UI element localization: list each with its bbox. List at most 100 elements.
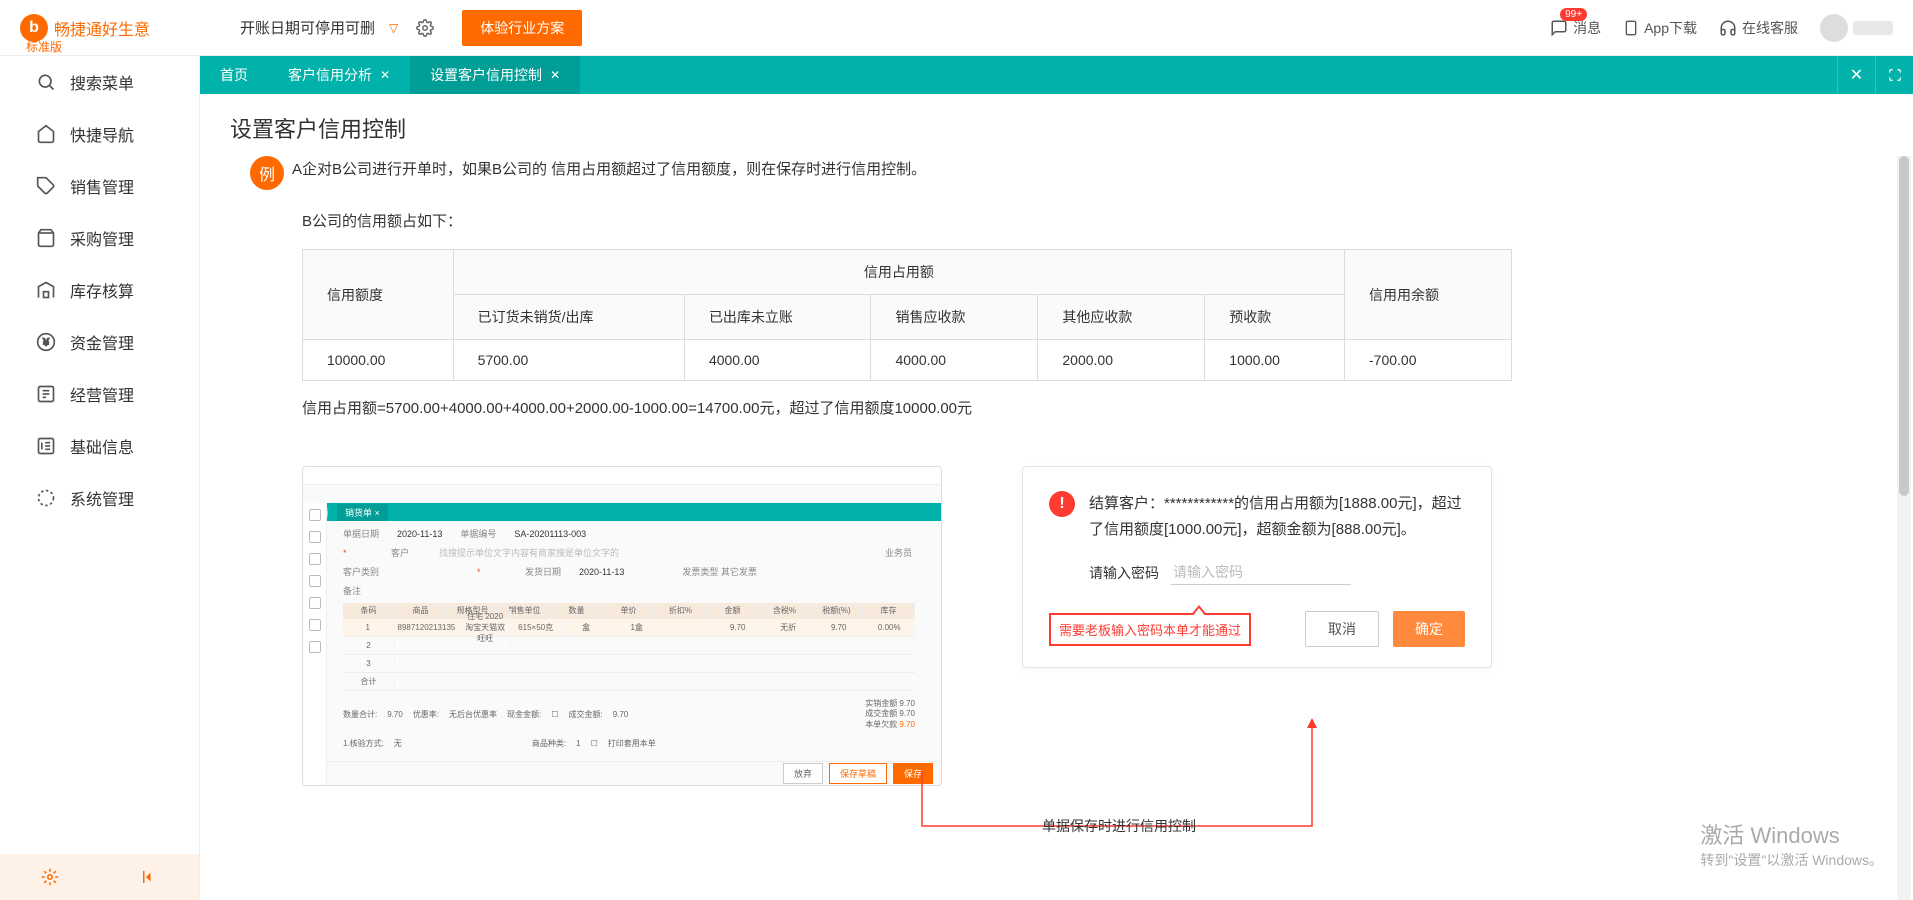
experience-button[interactable]: 体验行业方案 bbox=[462, 10, 582, 46]
sidebar-item-baseinfo[interactable]: 基础信息 bbox=[0, 420, 199, 472]
confirm-button[interactable]: 确定 bbox=[1393, 611, 1465, 647]
tab-credit-analysis[interactable]: 客户信用分析 ✕ bbox=[268, 56, 410, 94]
svg-text:¥: ¥ bbox=[42, 337, 49, 348]
account-dropdown[interactable]: 开账日期可停用可删 ▽ bbox=[240, 15, 438, 41]
sidebar-item-business[interactable]: 经营管理 bbox=[0, 368, 199, 420]
th-limit: 信用额度 bbox=[303, 250, 454, 340]
sidebar: 搜索菜单 快捷导航 销售管理 采购管理 库存核算 ¥ 资金管理 经营管理 基础信息… bbox=[0, 56, 200, 900]
td-used: 2000.00 bbox=[1038, 340, 1205, 381]
th-used: 信用占用额 bbox=[453, 250, 1344, 295]
gear-icon[interactable] bbox=[412, 15, 438, 41]
cancel-button[interactable]: 取消 bbox=[1305, 611, 1379, 647]
annotation-caption: 单据保存时进行信用控制 bbox=[1042, 816, 1196, 836]
dropdown-label: 开账日期可停用可删 bbox=[240, 17, 375, 38]
th-sub: 已出库未立账 bbox=[684, 295, 871, 340]
search-icon bbox=[36, 72, 56, 92]
system-icon bbox=[36, 488, 56, 508]
sidebar-label: 系统管理 bbox=[70, 486, 134, 510]
example-badge: 例 bbox=[250, 156, 284, 190]
tag-icon bbox=[36, 176, 56, 196]
username-placeholder bbox=[1853, 21, 1893, 35]
example-sub: B公司的信用额占如下： bbox=[302, 208, 1845, 235]
scrollbar[interactable] bbox=[1897, 156, 1911, 900]
sidebar-item-inventory[interactable]: 库存核算 bbox=[0, 264, 199, 316]
th-sub: 已订货未销货/出库 bbox=[453, 295, 684, 340]
sidebar-footer bbox=[0, 854, 199, 900]
sidebar-item-search[interactable]: 搜索菜单 bbox=[0, 56, 199, 108]
td-used: 4000.00 bbox=[871, 340, 1038, 381]
headset-icon bbox=[1719, 19, 1737, 37]
content-scroll[interactable]: 例 A企对B公司进行开单时，如果B公司的 信用占用额超过了信用额度，则在保存时进… bbox=[200, 156, 1895, 900]
tab-credit-control[interactable]: 设置客户信用控制 ✕ bbox=[410, 56, 580, 94]
page-title: 设置客户信用控制 bbox=[200, 94, 1913, 162]
avatar bbox=[1820, 14, 1848, 42]
credit-table: 信用额度 信用占用额 信用用余额 已订货未销货/出库 已出库未立账 销售应收款 … bbox=[302, 249, 1512, 381]
password-input[interactable] bbox=[1171, 560, 1351, 585]
td-limit: 10000.00 bbox=[303, 340, 454, 381]
mock-tab: 销货单 × bbox=[337, 504, 388, 521]
online-service-label: 在线客服 bbox=[1742, 18, 1798, 38]
brand-edition: 标准版 bbox=[26, 38, 62, 55]
brand-name: 畅捷通好生意 bbox=[54, 16, 150, 40]
sidebar-label: 搜索菜单 bbox=[70, 70, 134, 94]
app-download-label: App下载 bbox=[1644, 18, 1697, 38]
th-balance: 信用用余额 bbox=[1345, 250, 1512, 340]
example-text: A企对B公司进行开单时，如果B公司的 信用占用额超过了信用额度，则在保存时进行信… bbox=[292, 156, 926, 183]
sidebar-label: 基础信息 bbox=[70, 434, 134, 458]
td-used: 5700.00 bbox=[453, 340, 684, 381]
sidebar-label: 销售管理 bbox=[70, 174, 134, 198]
close-icon[interactable]: ✕ bbox=[380, 68, 390, 82]
mock-discard: 放弃 bbox=[783, 763, 823, 784]
th-sub: 预收款 bbox=[1205, 295, 1345, 340]
tab-label: 客户信用分析 bbox=[288, 65, 372, 85]
mock-screenshot: 首页销货单 × 单据日期2020-11-13单据编号SA-20201113-00… bbox=[302, 466, 942, 786]
close-all-tabs[interactable]: ✕ bbox=[1837, 56, 1875, 94]
header-right: 99+ 消息 App下载 在线客服 bbox=[1550, 14, 1893, 42]
tab-label: 首页 bbox=[220, 65, 248, 85]
info-icon bbox=[36, 436, 56, 456]
calc-text: 信用占用额=5700.00+4000.00+4000.00+2000.00-10… bbox=[302, 397, 1845, 418]
messages-button[interactable]: 99+ 消息 bbox=[1550, 18, 1601, 38]
main-content: 设置客户信用控制 例 A企对B公司进行开单时，如果B公司的 信用占用额超过了信用… bbox=[200, 94, 1913, 900]
scrollbar-thumb[interactable] bbox=[1899, 156, 1909, 496]
td-used: 4000.00 bbox=[684, 340, 871, 381]
warning-icon: ! bbox=[1049, 491, 1075, 517]
th-sub: 销售应收款 bbox=[871, 295, 1038, 340]
sidebar-item-system[interactable]: 系统管理 bbox=[0, 472, 199, 524]
sidebar-label: 库存核算 bbox=[70, 278, 134, 302]
warehouse-icon bbox=[36, 280, 56, 300]
dialog-message: 结算客户：************的信用占用额为[1888.00元]，超过了信用… bbox=[1089, 491, 1465, 542]
money-icon: ¥ bbox=[36, 332, 56, 352]
td-used: 1000.00 bbox=[1205, 340, 1345, 381]
sidebar-label: 采购管理 bbox=[70, 226, 134, 250]
mock-save: 保存 bbox=[893, 763, 933, 784]
messages-badge: 99+ bbox=[1560, 8, 1587, 21]
close-icon[interactable]: ✕ bbox=[550, 68, 560, 82]
tab-home[interactable]: 首页 bbox=[200, 56, 268, 94]
tab-label: 设置客户信用控制 bbox=[430, 65, 542, 85]
message-icon bbox=[1550, 19, 1568, 37]
settings-icon[interactable] bbox=[41, 868, 59, 886]
sidebar-item-quicknav[interactable]: 快捷导航 bbox=[0, 108, 199, 160]
mock-save-draft: 保存草稿 bbox=[829, 763, 887, 784]
mobile-icon bbox=[1623, 20, 1639, 36]
sidebar-label: 快捷导航 bbox=[70, 122, 134, 146]
home-icon bbox=[36, 124, 56, 144]
sidebar-label: 资金管理 bbox=[70, 330, 134, 354]
td-balance: -700.00 bbox=[1345, 340, 1512, 381]
sidebar-label: 经营管理 bbox=[70, 382, 134, 406]
sidebar-item-purchase[interactable]: 采购管理 bbox=[0, 212, 199, 264]
mock-table-head: 条码商品规格型号销售单位数量单价折扣%金额含税%税额(%)库存 bbox=[343, 603, 915, 619]
sidebar-item-funds[interactable]: ¥ 资金管理 bbox=[0, 316, 199, 368]
app-download-button[interactable]: App下载 bbox=[1623, 18, 1697, 38]
fullscreen-button[interactable] bbox=[1875, 56, 1913, 94]
top-header: b 畅捷通好生意 标准版 开账日期可停用可删 ▽ 体验行业方案 99+ 消息 A… bbox=[0, 0, 1913, 56]
dialog-note: 需要老板输入密码本单才能通过 bbox=[1049, 613, 1251, 646]
online-service-button[interactable]: 在线客服 bbox=[1719, 18, 1798, 38]
illustration-row: 首页销货单 × 单据日期2020-11-13单据编号SA-20201113-00… bbox=[302, 466, 1845, 786]
table-row: 10000.00 5700.00 4000.00 4000.00 2000.00… bbox=[303, 340, 1512, 381]
user-menu[interactable] bbox=[1820, 14, 1893, 42]
chevron-down-icon: ▽ bbox=[389, 21, 398, 35]
collapse-icon[interactable] bbox=[140, 868, 158, 886]
sidebar-item-sales[interactable]: 销售管理 bbox=[0, 160, 199, 212]
